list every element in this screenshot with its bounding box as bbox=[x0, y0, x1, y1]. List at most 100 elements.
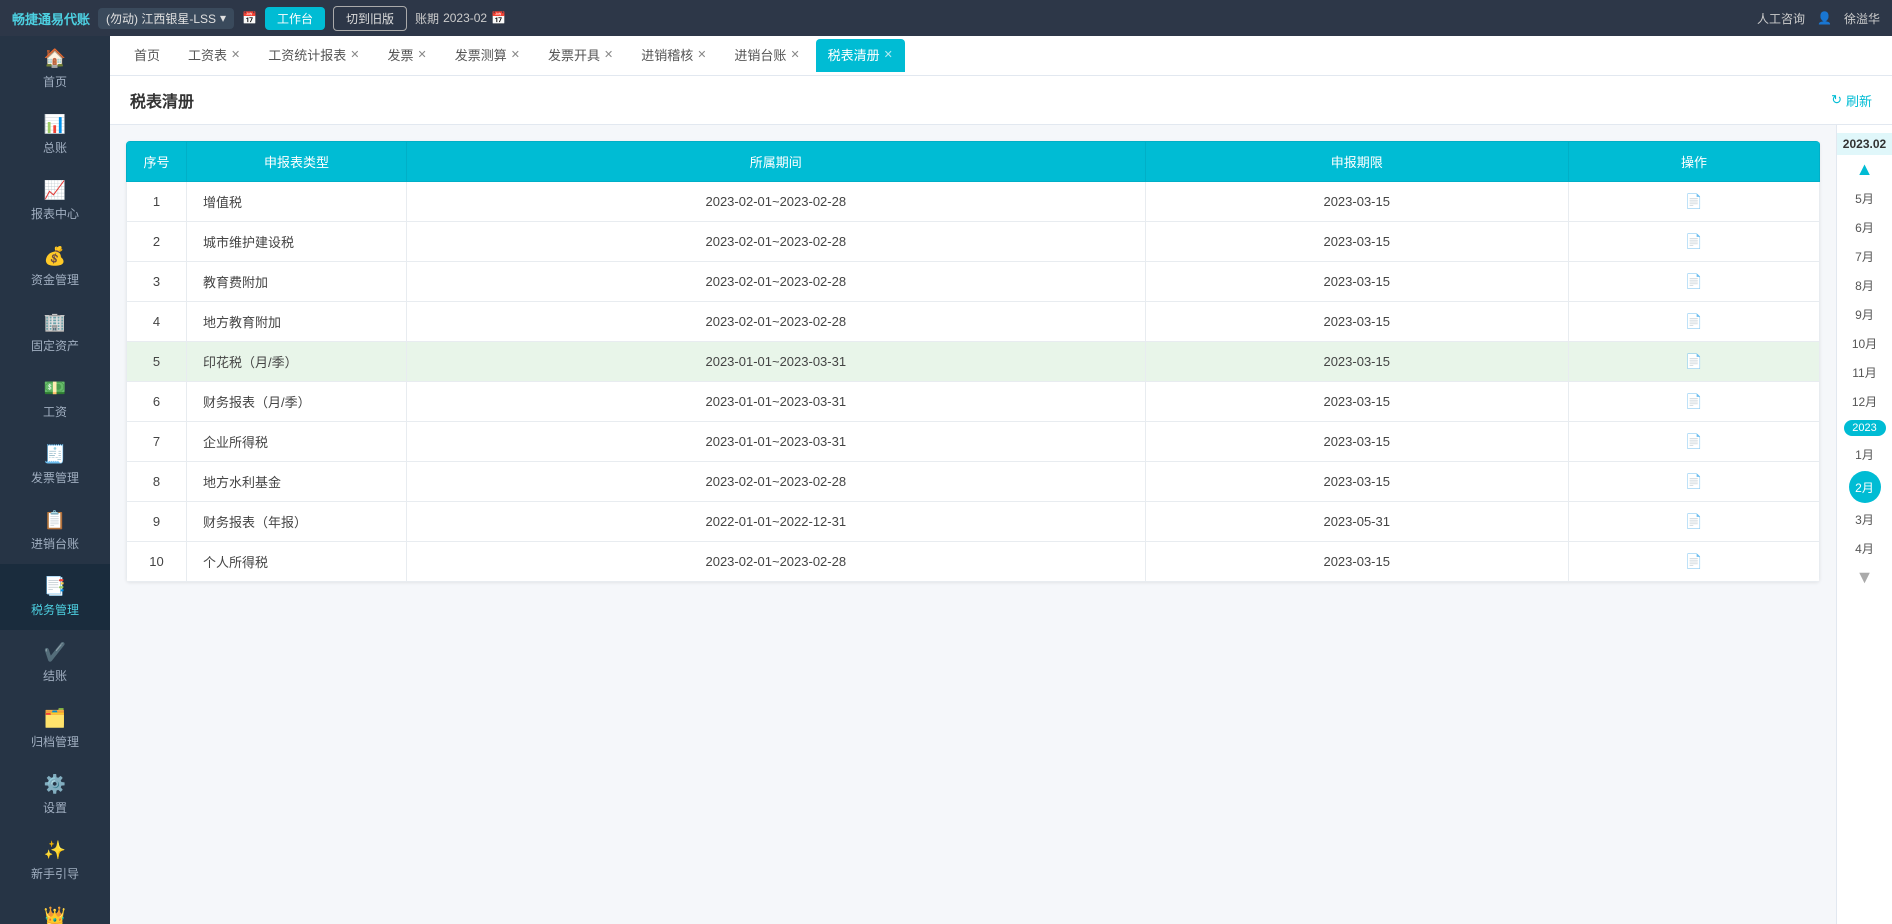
sidebar-item-fund[interactable]: 💰 资金管理 bbox=[0, 234, 110, 300]
page-header: 税表清册 ↻ 刷新 bbox=[110, 76, 1892, 125]
sidebar-label-asset: 固定资产 bbox=[31, 337, 79, 354]
tab-purchase-ledger-label: 进销台账 bbox=[734, 45, 786, 64]
cell-index: 7 bbox=[127, 422, 187, 462]
tab-invoice-label: 发票 bbox=[387, 45, 413, 64]
settings-icon: ⚙️ bbox=[44, 774, 66, 795]
sidebar-item-tax[interactable]: 📑 税务管理 bbox=[0, 564, 110, 630]
workspace-button[interactable]: 工作台 bbox=[265, 7, 325, 30]
sidebar-item-vip[interactable]: 👑 畅会员 bbox=[0, 894, 110, 924]
cell-index: 10 bbox=[127, 542, 187, 582]
tab-invoice-open[interactable]: 发票开具 ✕ bbox=[536, 39, 625, 72]
sidebar-item-settle[interactable]: ✔️ 结账 bbox=[0, 630, 110, 696]
action-view-icon[interactable]: 📄 bbox=[1685, 433, 1702, 449]
company-name: (勿动) 江西银星-LSS bbox=[106, 10, 216, 27]
tab-salary-close[interactable]: ✕ bbox=[231, 48, 240, 61]
timeline-month-11[interactable]: 11月 bbox=[1837, 358, 1892, 387]
sidebar-item-settings[interactable]: ⚙️ 设置 bbox=[0, 762, 110, 828]
table-row: 1 增值税 2023-02-01~2023-02-28 2023-03-15 📄 bbox=[127, 182, 1820, 222]
tab-invoice-calc[interactable]: 发票测算 ✕ bbox=[443, 39, 532, 72]
sidebar-item-purchase[interactable]: 📋 进销台账 bbox=[0, 498, 110, 564]
tab-tax-list-close[interactable]: ✕ bbox=[884, 48, 893, 61]
sidebar: 🏠 首页 📊 总账 📈 报表中心 💰 资金管理 🏢 固定资产 💵 工资 🧾 发票… bbox=[0, 36, 110, 924]
tab-purchase-check[interactable]: 进销稽核 ✕ bbox=[629, 39, 718, 72]
sidebar-label-home: 首页 bbox=[43, 73, 67, 90]
tab-invoice-open-label: 发票开具 bbox=[548, 45, 600, 64]
sidebar-label-purchase: 进销台账 bbox=[31, 535, 79, 552]
salary-icon: 💵 bbox=[44, 378, 66, 399]
help-button[interactable]: 人工咨询 bbox=[1757, 10, 1805, 27]
tab-tax-list[interactable]: 税表清册 ✕ bbox=[816, 39, 905, 72]
cell-deadline: 2023-03-15 bbox=[1145, 462, 1568, 502]
tab-invoice-calc-close[interactable]: ✕ bbox=[511, 48, 520, 61]
sidebar-item-salary[interactable]: 💵 工资 bbox=[0, 366, 110, 432]
company-selector[interactable]: (勿动) 江西银星-LSS ▾ bbox=[98, 8, 234, 29]
timeline-month-7[interactable]: 7月 bbox=[1837, 242, 1892, 271]
page-title: 税表清册 bbox=[130, 88, 194, 112]
sidebar-item-archive[interactable]: 🗂️ 归档管理 bbox=[0, 696, 110, 762]
timeline-up-button[interactable]: ▲ bbox=[1852, 155, 1878, 184]
action-view-icon[interactable]: 📄 bbox=[1685, 233, 1702, 249]
switch-version-button[interactable]: 切到旧版 bbox=[333, 6, 407, 31]
action-view-icon[interactable]: 📄 bbox=[1685, 393, 1702, 409]
top-bar-right: 人工咨询 👤 徐溢华 bbox=[1757, 10, 1880, 27]
refresh-icon: ↻ bbox=[1831, 92, 1842, 108]
tab-salary-report[interactable]: 工资统计报表 ✕ bbox=[256, 39, 371, 72]
action-view-icon[interactable]: 📄 bbox=[1685, 473, 1702, 489]
table-row: 8 地方水利基金 2023-02-01~2023-02-28 2023-03-1… bbox=[127, 462, 1820, 502]
tab-salary-report-close[interactable]: ✕ bbox=[350, 48, 359, 61]
action-view-icon[interactable]: 📄 bbox=[1685, 353, 1702, 369]
cell-index: 1 bbox=[127, 182, 187, 222]
timeline-month-8[interactable]: 8月 bbox=[1837, 271, 1892, 300]
action-view-icon[interactable]: 📄 bbox=[1685, 313, 1702, 329]
sidebar-item-asset[interactable]: 🏢 固定资产 bbox=[0, 300, 110, 366]
sidebar-item-report[interactable]: 📈 报表中心 bbox=[0, 168, 110, 234]
timeline-month-10[interactable]: 10月 bbox=[1837, 329, 1892, 358]
action-view-icon[interactable]: 📄 bbox=[1685, 193, 1702, 209]
timeline-month-5[interactable]: 5月 bbox=[1837, 184, 1892, 213]
cell-type: 增值税 bbox=[187, 182, 407, 222]
cell-index: 2 bbox=[127, 222, 187, 262]
action-view-icon[interactable]: 📄 bbox=[1685, 553, 1702, 569]
cell-deadline: 2023-03-15 bbox=[1145, 342, 1568, 382]
tax-icon: 📑 bbox=[44, 576, 66, 597]
tab-purchase-ledger[interactable]: 进销台账 ✕ bbox=[722, 39, 811, 72]
sidebar-item-invoice[interactable]: 🧾 发票管理 bbox=[0, 432, 110, 498]
refresh-button[interactable]: ↻ 刷新 bbox=[1831, 91, 1872, 110]
cell-action: 📄 bbox=[1568, 262, 1819, 302]
timeline-down-button[interactable]: ▼ bbox=[1852, 563, 1878, 592]
cell-period: 2023-02-01~2023-02-28 bbox=[407, 182, 1146, 222]
timeline-month-6[interactable]: 6月 bbox=[1837, 213, 1892, 242]
cell-action: 📄 bbox=[1568, 542, 1819, 582]
action-view-icon[interactable]: 📄 bbox=[1685, 273, 1702, 289]
timeline-month-3[interactable]: 3月 bbox=[1837, 505, 1892, 534]
cell-deadline: 2023-03-15 bbox=[1145, 542, 1568, 582]
timeline-month-12[interactable]: 12月 bbox=[1837, 387, 1892, 416]
cell-period: 2023-01-01~2023-03-31 bbox=[407, 382, 1146, 422]
tab-home[interactable]: 首页 bbox=[122, 39, 172, 72]
timeline-month-2-active[interactable]: 2月 bbox=[1849, 471, 1881, 503]
tab-invoice[interactable]: 发票 ✕ bbox=[375, 39, 438, 72]
refresh-label: 刷新 bbox=[1846, 91, 1872, 110]
col-deadline: 申报期限 bbox=[1145, 142, 1568, 182]
timeline-month-9[interactable]: 9月 bbox=[1837, 300, 1892, 329]
tab-purchase-check-close[interactable]: ✕ bbox=[697, 48, 706, 61]
table-row: 5 印花税（月/季） 2023-01-01~2023-03-31 2023-03… bbox=[127, 342, 1820, 382]
sidebar-item-home[interactable]: 🏠 首页 bbox=[0, 36, 110, 102]
sidebar-item-ledger[interactable]: 📊 总账 bbox=[0, 102, 110, 168]
content-area: 首页 工资表 ✕ 工资统计报表 ✕ 发票 ✕ 发票测算 ✕ 发票开具 ✕ bbox=[110, 36, 1892, 924]
tab-salary[interactable]: 工资表 ✕ bbox=[176, 39, 252, 72]
cell-action: 📄 bbox=[1568, 302, 1819, 342]
tab-invoice-open-close[interactable]: ✕ bbox=[604, 48, 613, 61]
sidebar-label-archive: 归档管理 bbox=[31, 733, 79, 750]
cell-action: 📄 bbox=[1568, 462, 1819, 502]
tab-purchase-ledger-close[interactable]: ✕ bbox=[790, 48, 799, 61]
sidebar-item-guide[interactable]: ✨ 新手引导 bbox=[0, 828, 110, 894]
cell-index: 3 bbox=[127, 262, 187, 302]
timeline-panel: 2023.02 ▲ 5月 6月 7月 8月 9月 10月 11月 12月 202… bbox=[1836, 125, 1892, 924]
tab-invoice-close[interactable]: ✕ bbox=[418, 48, 427, 61]
main-layout: 🏠 首页 📊 总账 📈 报表中心 💰 资金管理 🏢 固定资产 💵 工资 🧾 发票… bbox=[0, 36, 1892, 924]
timeline-month-1[interactable]: 1月 bbox=[1837, 440, 1892, 469]
ledger-icon: 📊 bbox=[44, 114, 66, 135]
action-view-icon[interactable]: 📄 bbox=[1685, 513, 1702, 529]
timeline-month-4[interactable]: 4月 bbox=[1837, 534, 1892, 563]
